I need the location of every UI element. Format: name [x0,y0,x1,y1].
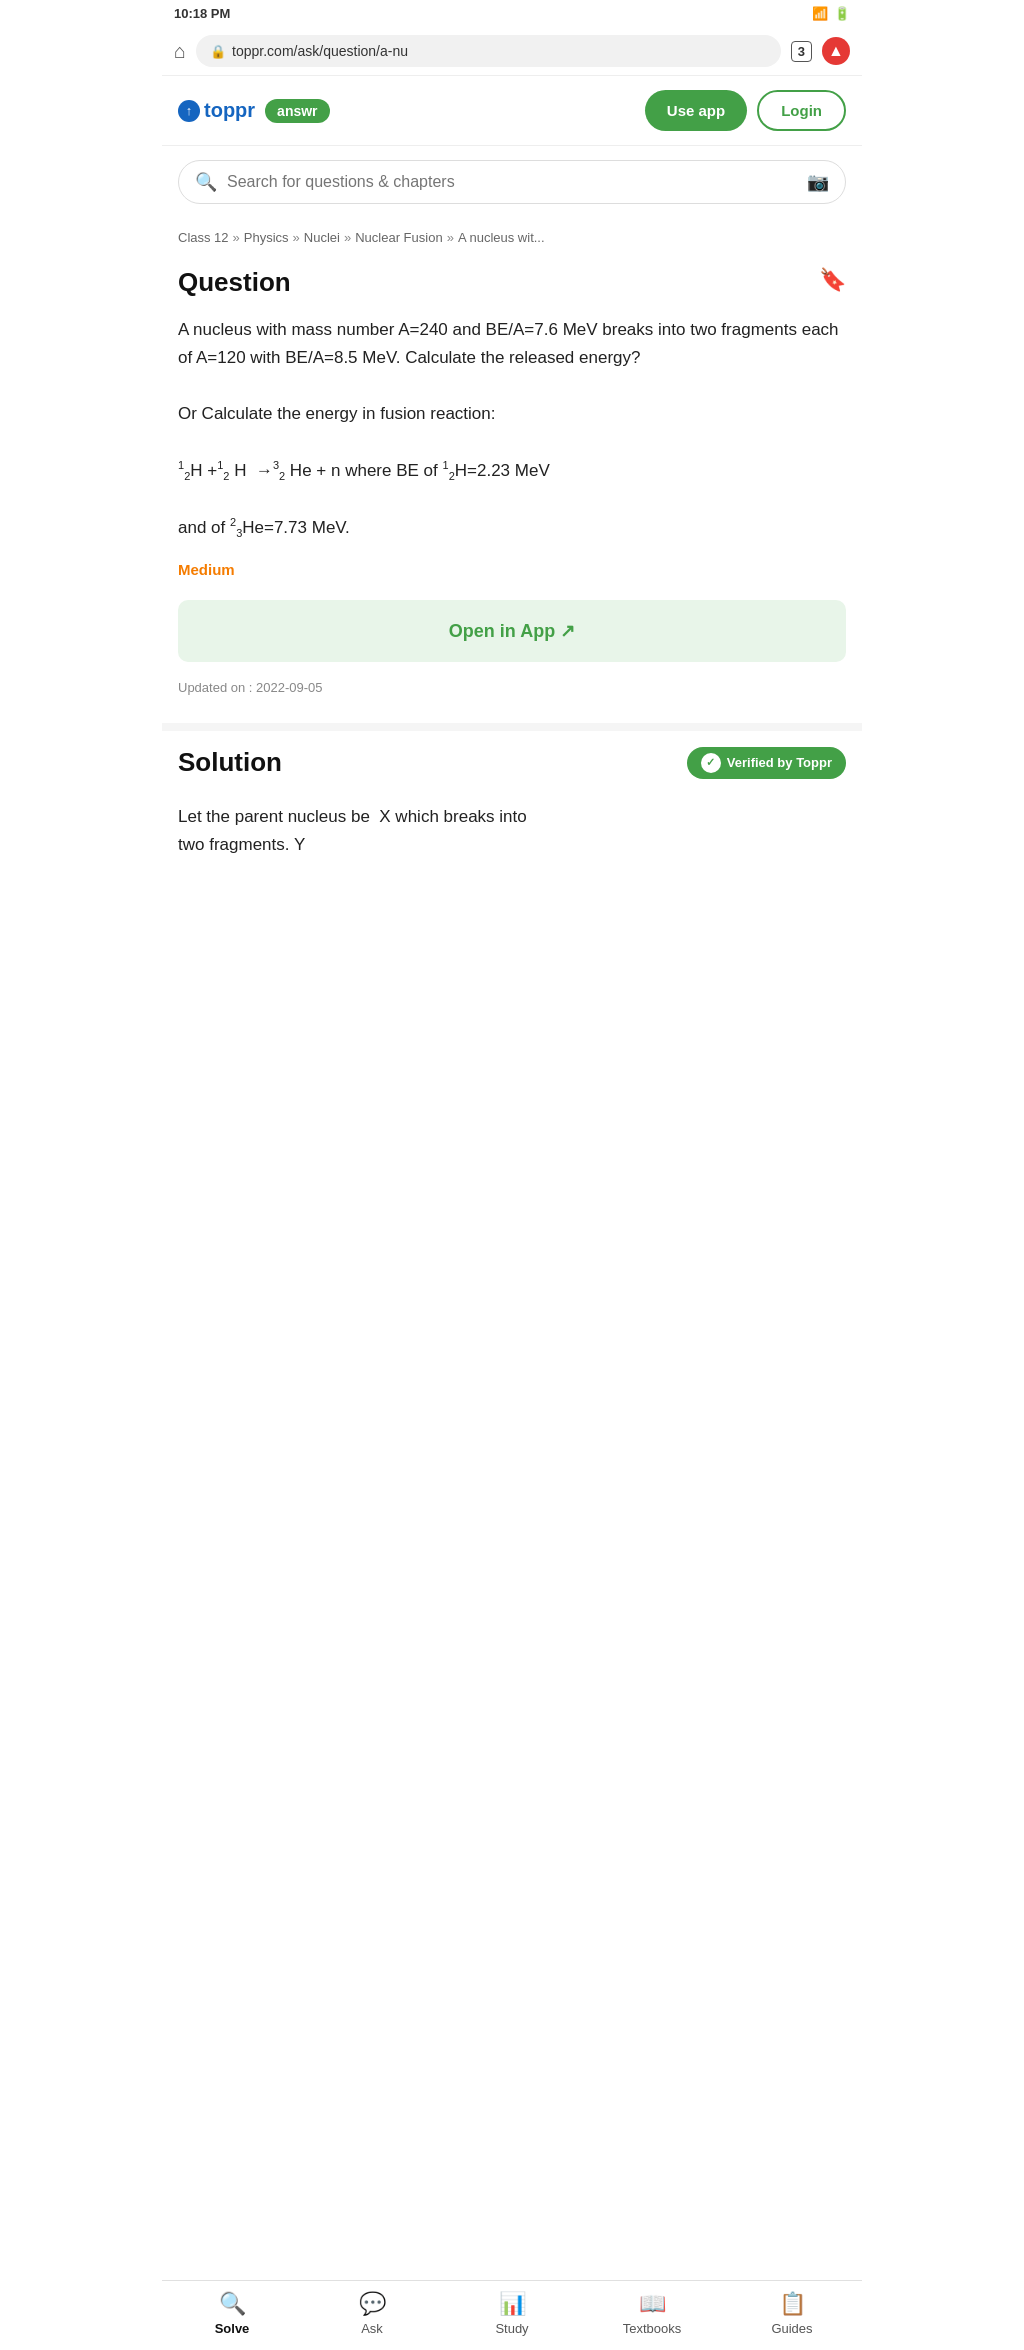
verified-text: Verified by Toppr [727,755,832,770]
search-area: 🔍 📷 [162,146,862,218]
section-divider [162,723,862,731]
login-button[interactable]: Login [757,90,846,131]
question-text-part5: and of 23He=7.73 MeV. [178,513,846,542]
breadcrumb-physics[interactable]: Physics [244,230,289,245]
question-where: where BE of [345,461,438,480]
breadcrumb-nuclear-fusion[interactable]: Nuclear Fusion [355,230,442,245]
browser-home-icon[interactable]: ⌂ [174,40,186,63]
url-bar[interactable]: 🔒 toppr.com/ask/question/a-nu [196,35,781,67]
breadcrumb-sep-3: » [344,230,351,245]
question-header: Question 🔖 [178,267,846,298]
question-text-part1: A nucleus with mass number A=240 and BE/… [178,316,846,372]
toppr-logo-text: toppr [204,99,255,122]
breadcrumb: Class 12 » Physics » Nuclei » Nuclear Fu… [162,218,862,251]
solution-text-start: Let the parent nucleus be X which breaks… [178,803,846,859]
breadcrumb-class12[interactable]: Class 12 [178,230,229,245]
url-text: toppr.com/ask/question/a-nu [232,43,408,59]
toppr-arrow-icon: ↑ [178,100,200,122]
verified-shield-icon: ✓ [701,753,721,773]
camera-icon[interactable]: 📷 [807,171,829,193]
bookmark-icon[interactable]: 🔖 [819,267,846,293]
question-title: Question [178,267,291,298]
header-buttons: Use app Login [645,90,846,131]
search-box[interactable]: 🔍 📷 [178,160,846,204]
status-bar: 10:18 PM 📶 🔋 [162,0,862,27]
search-input[interactable] [227,173,797,191]
difficulty-badge: Medium [178,561,846,578]
solution-text: Let the parent nucleus be X which breaks… [178,803,846,879]
solution-section: Solution ✓ Verified by Toppr Let the par… [162,731,862,879]
verified-badge: ✓ Verified by Toppr [687,747,846,779]
lock-icon: 🔒 [210,44,226,59]
browser-action-icon: ▲ [828,42,844,60]
question-text-part3: 12H +12 H →32 He + n where BE of 12H=2.2… [178,456,846,485]
breadcrumb-nuclei[interactable]: Nuclei [304,230,340,245]
logo-area: ↑ toppr answr [178,99,330,123]
breadcrumb-sep-4: » [447,230,454,245]
status-icons: 📶 🔋 [812,6,850,21]
question-body: A nucleus with mass number A=240 and BE/… [178,316,846,543]
site-header: ↑ toppr answr Use app Login [162,76,862,146]
status-time: 10:18 PM [174,6,230,21]
breadcrumb-sep-2: » [293,230,300,245]
tab-count-badge[interactable]: 3 [791,41,812,62]
toppr-logo: ↑ toppr [178,99,255,122]
main-content: Question 🔖 A nucleus with mass number A=… [162,251,862,695]
answr-badge: answr [265,99,329,123]
use-app-button[interactable]: Use app [645,90,747,131]
breadcrumb-sep-1: » [233,230,240,245]
browser-action-button[interactable]: ▲ [822,37,850,65]
search-icon: 🔍 [195,171,217,193]
open-in-app-button[interactable]: Open in App ↗ [178,600,846,662]
updated-on: Updated on : 2022-09-05 [178,680,846,695]
solution-title: Solution [178,747,282,778]
solution-header: Solution ✓ Verified by Toppr [178,747,846,787]
shield-checkmark: ✓ [706,756,715,769]
browser-bar: ⌂ 🔒 toppr.com/ask/question/a-nu 3 ▲ [162,27,862,76]
breadcrumb-current: A nucleus wit... [458,230,545,245]
question-text-part2: Or Calculate the energy in fusion reacti… [178,400,846,428]
